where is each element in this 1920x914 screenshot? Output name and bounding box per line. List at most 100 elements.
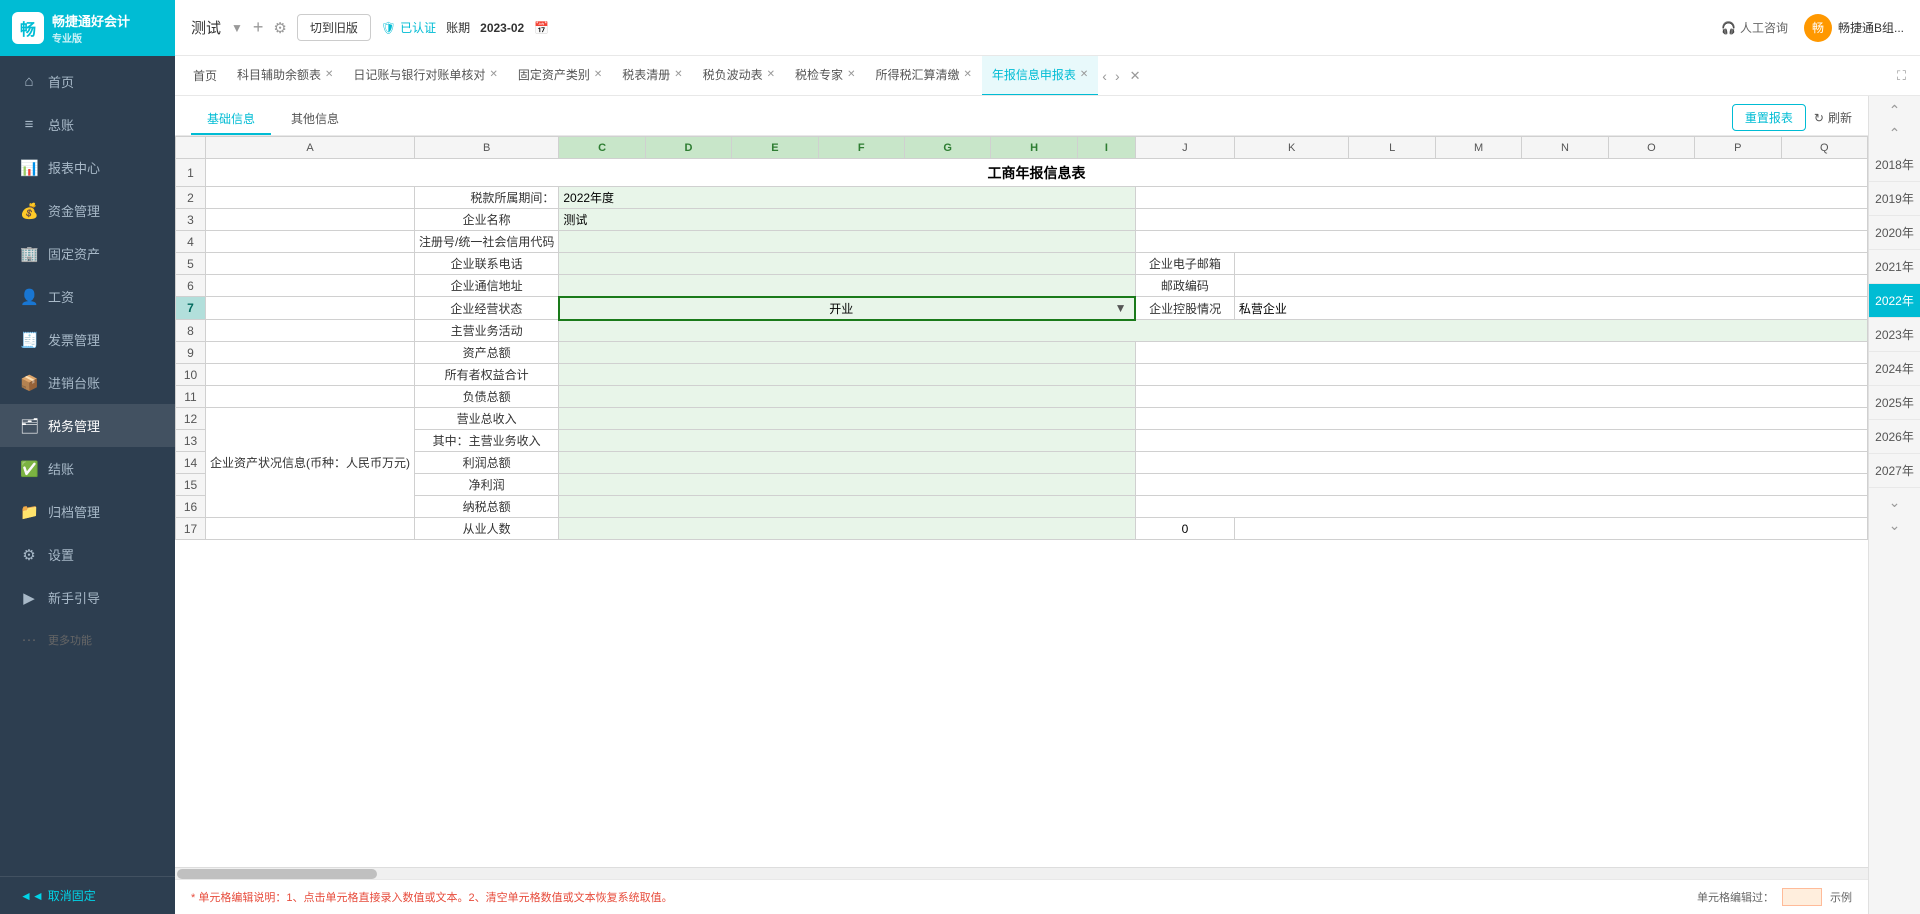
- sidebar-item-settings[interactable]: ⚙ 设置: [0, 533, 175, 576]
- col-header-C[interactable]: C: [559, 137, 645, 159]
- col-header-K[interactable]: K: [1234, 137, 1349, 159]
- year-down-button[interactable]: ⌄: [1887, 492, 1903, 513]
- cell-9A[interactable]: [206, 342, 415, 364]
- cell-14J[interactable]: [1135, 452, 1867, 474]
- cell-5A[interactable]: [206, 253, 415, 275]
- cell-title[interactable]: 工商年报信息表: [206, 159, 1868, 187]
- tab-taxcheck-close[interactable]: ✕: [847, 69, 855, 80]
- cell-16J[interactable]: [1135, 496, 1867, 518]
- calendar-icon[interactable]: 📅: [534, 21, 549, 35]
- sidebar-item-wage[interactable]: 👤 工资: [0, 275, 175, 318]
- year-item-2025[interactable]: 2025年: [1869, 386, 1920, 420]
- sidebar-item-guide[interactable]: ▶ 新手引导: [0, 576, 175, 619]
- settings-gear-icon[interactable]: ⚙: [273, 19, 286, 37]
- year-up2-button[interactable]: ⌃: [1887, 123, 1903, 144]
- col-header-L[interactable]: L: [1349, 137, 1435, 159]
- cell-2C[interactable]: 2022年度: [559, 187, 1136, 209]
- cell-5C[interactable]: [559, 253, 1136, 275]
- cell-17J[interactable]: 0: [1135, 518, 1234, 540]
- year-item-2023[interactable]: 2023年: [1869, 318, 1920, 352]
- cell-2A[interactable]: [206, 187, 415, 209]
- sidebar-item-home[interactable]: ⌂ 首页: [0, 60, 175, 103]
- year-up-button[interactable]: ⌃: [1887, 100, 1903, 121]
- col-header-M[interactable]: M: [1435, 137, 1521, 159]
- cell-3J[interactable]: [1135, 209, 1867, 231]
- cell-4J[interactable]: [1135, 231, 1867, 253]
- cell-17A[interactable]: [206, 518, 415, 540]
- cell-10J[interactable]: [1135, 364, 1867, 386]
- cell-15J[interactable]: [1135, 474, 1867, 496]
- tab-asset[interactable]: 固定资产类别 ✕: [508, 56, 612, 96]
- dropdown-arrow-icon[interactable]: ▼: [231, 21, 243, 35]
- subtab-other[interactable]: 其他信息: [275, 104, 355, 135]
- tab-annualreport[interactable]: 年报信息申报表 ✕: [982, 56, 1098, 96]
- support-button[interactable]: 🎧 人工咨询: [1721, 19, 1788, 36]
- col-header-D[interactable]: D: [645, 137, 731, 159]
- col-header-B[interactable]: B: [415, 137, 559, 159]
- sidebar-item-report[interactable]: 📊 报表中心: [0, 146, 175, 189]
- cell-11C[interactable]: [559, 386, 1136, 408]
- sidebar-item-settle[interactable]: ✅ 结账: [0, 447, 175, 490]
- col-header-A[interactable]: A: [206, 137, 415, 159]
- cell-8A[interactable]: [206, 320, 415, 342]
- tab-taxform[interactable]: 税表清册 ✕: [612, 56, 692, 96]
- tab-aux[interactable]: 科目辅助余额表 ✕: [227, 56, 343, 96]
- col-header-H[interactable]: H: [991, 137, 1077, 159]
- sidebar-item-archive[interactable]: 📁 归档管理: [0, 490, 175, 533]
- tab-aux-close[interactable]: ✕: [325, 69, 333, 80]
- cell-3C[interactable]: 测试: [559, 209, 1136, 231]
- year-item-2022[interactable]: 2022年: [1869, 284, 1920, 318]
- cell-17K[interactable]: [1234, 518, 1867, 540]
- cell-11J[interactable]: [1135, 386, 1867, 408]
- col-header-Q[interactable]: Q: [1781, 137, 1867, 159]
- tab-incometax[interactable]: 所得税汇算清缴 ✕: [865, 56, 981, 96]
- sidebar-item-invoice[interactable]: 🧾 发票管理: [0, 318, 175, 361]
- cell-14C[interactable]: [559, 452, 1136, 474]
- sidebar-item-asset[interactable]: 🏢 固定资产: [0, 232, 175, 275]
- cell-12C[interactable]: [559, 408, 1136, 430]
- tab-taxfluc-close[interactable]: ✕: [767, 69, 775, 80]
- dropdown-arrow-icon[interactable]: ▼: [1115, 301, 1127, 315]
- cell-13C[interactable]: [559, 430, 1136, 452]
- col-header-J[interactable]: J: [1135, 137, 1234, 159]
- year-item-2020[interactable]: 2020年: [1869, 216, 1920, 250]
- col-header-I[interactable]: I: [1077, 137, 1135, 159]
- old-version-button[interactable]: 切到旧版: [297, 14, 371, 41]
- tab-taxform-close[interactable]: ✕: [674, 69, 682, 80]
- tab-taxcheck[interactable]: 税检专家 ✕: [785, 56, 865, 96]
- sidebar-item-purchase[interactable]: 📦 进销台账: [0, 361, 175, 404]
- sheet-scroll-wrapper[interactable]: A B C D E F G H I J K L M: [175, 136, 1868, 867]
- cell-7K[interactable]: 私营企业: [1234, 297, 1867, 320]
- cancel-fixed-button[interactable]: ◄◄ 取消固定: [20, 887, 155, 904]
- tab-expand-button[interactable]: ⛶: [1891, 68, 1912, 84]
- year-item-2024[interactable]: 2024年: [1869, 352, 1920, 386]
- tab-journal-close[interactable]: ✕: [489, 69, 497, 80]
- cell-17C[interactable]: [559, 518, 1136, 540]
- cell-12J[interactable]: [1135, 408, 1867, 430]
- cell-6K[interactable]: [1234, 275, 1867, 297]
- cell-9J[interactable]: [1135, 342, 1867, 364]
- year-item-2027[interactable]: 2027年: [1869, 454, 1920, 488]
- col-header-G[interactable]: G: [904, 137, 990, 159]
- cell-16C[interactable]: [559, 496, 1136, 518]
- horizontal-scrollbar[interactable]: [175, 867, 1868, 879]
- year-item-2026[interactable]: 2026年: [1869, 420, 1920, 454]
- sidebar-item-more[interactable]: ··· 更多功能: [0, 619, 175, 660]
- tab-close-all-button[interactable]: ✕: [1124, 68, 1147, 84]
- cell-15C[interactable]: [559, 474, 1136, 496]
- year-item-2021[interactable]: 2021年: [1869, 250, 1920, 284]
- tab-asset-close[interactable]: ✕: [594, 69, 602, 80]
- cell-2J[interactable]: [1135, 187, 1867, 209]
- subtab-basic[interactable]: 基础信息: [191, 104, 271, 135]
- tab-taxfluc[interactable]: 税负波动表 ✕: [693, 56, 785, 96]
- cell-4A[interactable]: [206, 231, 415, 253]
- tab-annualreport-close[interactable]: ✕: [1080, 69, 1088, 80]
- cell-7C-dropdown[interactable]: 开业 ▼: [559, 297, 1136, 320]
- add-tab-button[interactable]: +: [253, 17, 264, 38]
- col-header-N[interactable]: N: [1522, 137, 1608, 159]
- tab-prev-button[interactable]: ‹: [1098, 68, 1111, 84]
- cell-6C[interactable]: [559, 275, 1136, 297]
- cell-3A[interactable]: [206, 209, 415, 231]
- tab-journal[interactable]: 日记账与银行对账单核对 ✕: [343, 56, 507, 96]
- year-item-2018[interactable]: 2018年: [1869, 148, 1920, 182]
